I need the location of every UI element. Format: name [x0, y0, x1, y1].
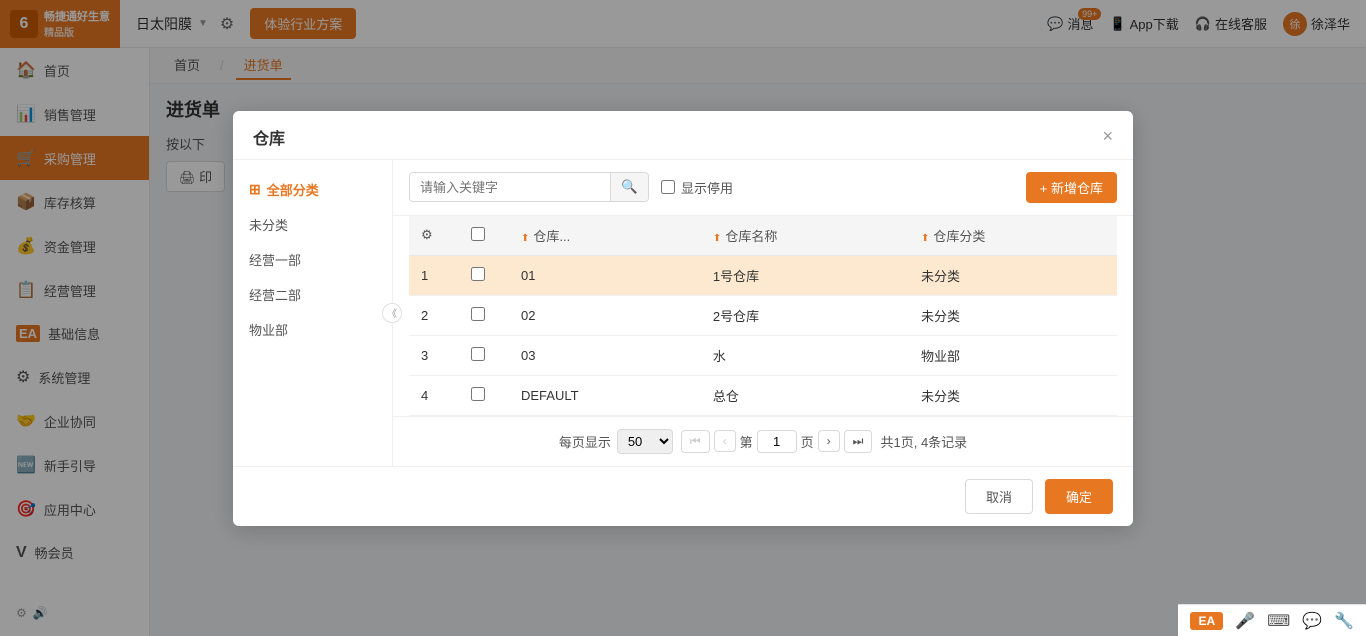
bottom-status-bar: EA 🎤 ⌨ 💬 🔧	[1178, 604, 1366, 636]
row-checkbox-cell	[459, 375, 509, 415]
row-category: 物业部	[909, 335, 1117, 375]
category-item-unclassified[interactable]: 未分类	[233, 207, 392, 242]
row-checkbox-cell	[459, 335, 509, 375]
total-info: 共1页, 4条记录	[880, 432, 967, 451]
keyboard-icon[interactable]: ⌨	[1267, 611, 1290, 631]
row-index: 1	[409, 255, 459, 295]
warehouse-table-wrap: ⚙ ⬆仓库... ⬆仓库名称	[393, 216, 1133, 416]
chat-icon[interactable]: 💬	[1302, 611, 1322, 631]
row-name: 1号仓库	[701, 255, 909, 295]
table-row[interactable]: 1 01 1号仓库 未分类	[409, 255, 1117, 295]
search-bar: 🔍 显示停用 + 新增仓库	[393, 160, 1133, 216]
row-checkbox[interactable]	[471, 307, 485, 321]
row-index: 4	[409, 375, 459, 415]
per-page-control: 每页显示 50 100 200	[559, 429, 673, 454]
col-warehouse-category: ⬆仓库分类	[909, 216, 1117, 256]
dialog-header: 仓库 ×	[233, 111, 1133, 160]
col-warehouse-code: ⬆仓库...	[509, 216, 701, 256]
new-warehouse-button[interactable]: + 新增仓库	[1026, 172, 1117, 203]
row-name: 2号仓库	[701, 295, 909, 335]
row-checkbox-cell	[459, 295, 509, 335]
select-all-checkbox[interactable]	[471, 227, 485, 241]
row-name: 水	[701, 335, 909, 375]
cancel-button[interactable]: 取消	[965, 479, 1033, 514]
row-checkbox-cell	[459, 255, 509, 295]
page-navigation: ⏮ ‹ 第 页 › ⏭	[681, 430, 873, 453]
row-category: 未分类	[909, 375, 1117, 415]
col-checkbox	[459, 216, 509, 256]
dialog-body: ⊞ 全部分类 未分类 经营一部 经营二部 物业部 《 🔍	[233, 160, 1133, 466]
confirm-button[interactable]: 确定	[1045, 479, 1113, 514]
search-input[interactable]	[410, 174, 610, 201]
grid-icon: ⊞	[249, 181, 261, 198]
dialog-close-button[interactable]: ×	[1102, 126, 1113, 147]
row-checkbox[interactable]	[471, 347, 485, 361]
table-row[interactable]: 3 03 水 物业部	[409, 335, 1117, 375]
sort-icon-name: ⬆	[713, 233, 721, 244]
category-all[interactable]: ⊞ 全部分类	[233, 172, 392, 207]
sort-icon: ⬆	[521, 233, 529, 244]
dialog-footer: 取消 确定	[233, 466, 1133, 526]
row-code: 01	[509, 255, 701, 295]
first-page-button[interactable]: ⏮	[681, 430, 710, 453]
table-row[interactable]: 4 DEFAULT 总仓 未分类	[409, 375, 1117, 415]
pagination: 每页显示 50 100 200 ⏮ ‹ 第 页 ›	[393, 416, 1133, 466]
right-panel: 🔍 显示停用 + 新增仓库 ⚙	[393, 160, 1133, 466]
settings2-icon[interactable]: 🔧	[1334, 611, 1354, 631]
prev-page-button[interactable]: ‹	[714, 430, 736, 452]
category-item-ops2[interactable]: 经营二部	[233, 277, 392, 312]
warehouse-dialog: 仓库 × ⊞ 全部分类 未分类 经营一部 经营二部 物业部 《	[233, 111, 1133, 526]
category-item-ops1[interactable]: 经营一部	[233, 242, 392, 277]
row-code: 02	[509, 295, 701, 335]
col-settings: ⚙	[409, 216, 459, 256]
row-checkbox[interactable]	[471, 387, 485, 401]
row-index: 2	[409, 295, 459, 335]
page-number-input[interactable]	[757, 430, 797, 453]
table-row[interactable]: 2 02 2号仓库 未分类	[409, 295, 1117, 335]
row-category: 未分类	[909, 255, 1117, 295]
dialog-title: 仓库	[253, 125, 285, 149]
warehouse-table: ⚙ ⬆仓库... ⬆仓库名称	[409, 216, 1117, 416]
col-warehouse-name: ⬆仓库名称	[701, 216, 909, 256]
last-page-button[interactable]: ⏭	[844, 430, 873, 453]
row-code: DEFAULT	[509, 375, 701, 415]
collapse-panel-button[interactable]: 《	[382, 303, 402, 323]
search-input-wrap: 🔍	[409, 172, 649, 202]
row-code: 03	[509, 335, 701, 375]
show-disabled-checkbox[interactable]	[661, 180, 675, 194]
mic-icon[interactable]: 🎤	[1235, 611, 1255, 631]
row-index: 3	[409, 335, 459, 375]
modal-overlay[interactable]: 仓库 × ⊞ 全部分类 未分类 经营一部 经营二部 物业部 《	[0, 0, 1366, 636]
row-checkbox[interactable]	[471, 267, 485, 281]
show-disabled-label[interactable]: 显示停用	[661, 178, 733, 197]
col-settings-icon[interactable]: ⚙	[421, 227, 433, 242]
categories-panel: ⊞ 全部分类 未分类 经营一部 经营二部 物业部 《	[233, 160, 393, 466]
next-page-button[interactable]: ›	[818, 430, 840, 452]
ea-badge: EA	[1190, 612, 1223, 630]
row-name: 总仓	[701, 375, 909, 415]
sort-icon-cat: ⬆	[921, 233, 929, 244]
search-button[interactable]: 🔍	[610, 173, 648, 201]
category-item-property[interactable]: 物业部	[233, 312, 392, 347]
row-category: 未分类	[909, 295, 1117, 335]
per-page-select[interactable]: 50 100 200	[617, 429, 673, 454]
